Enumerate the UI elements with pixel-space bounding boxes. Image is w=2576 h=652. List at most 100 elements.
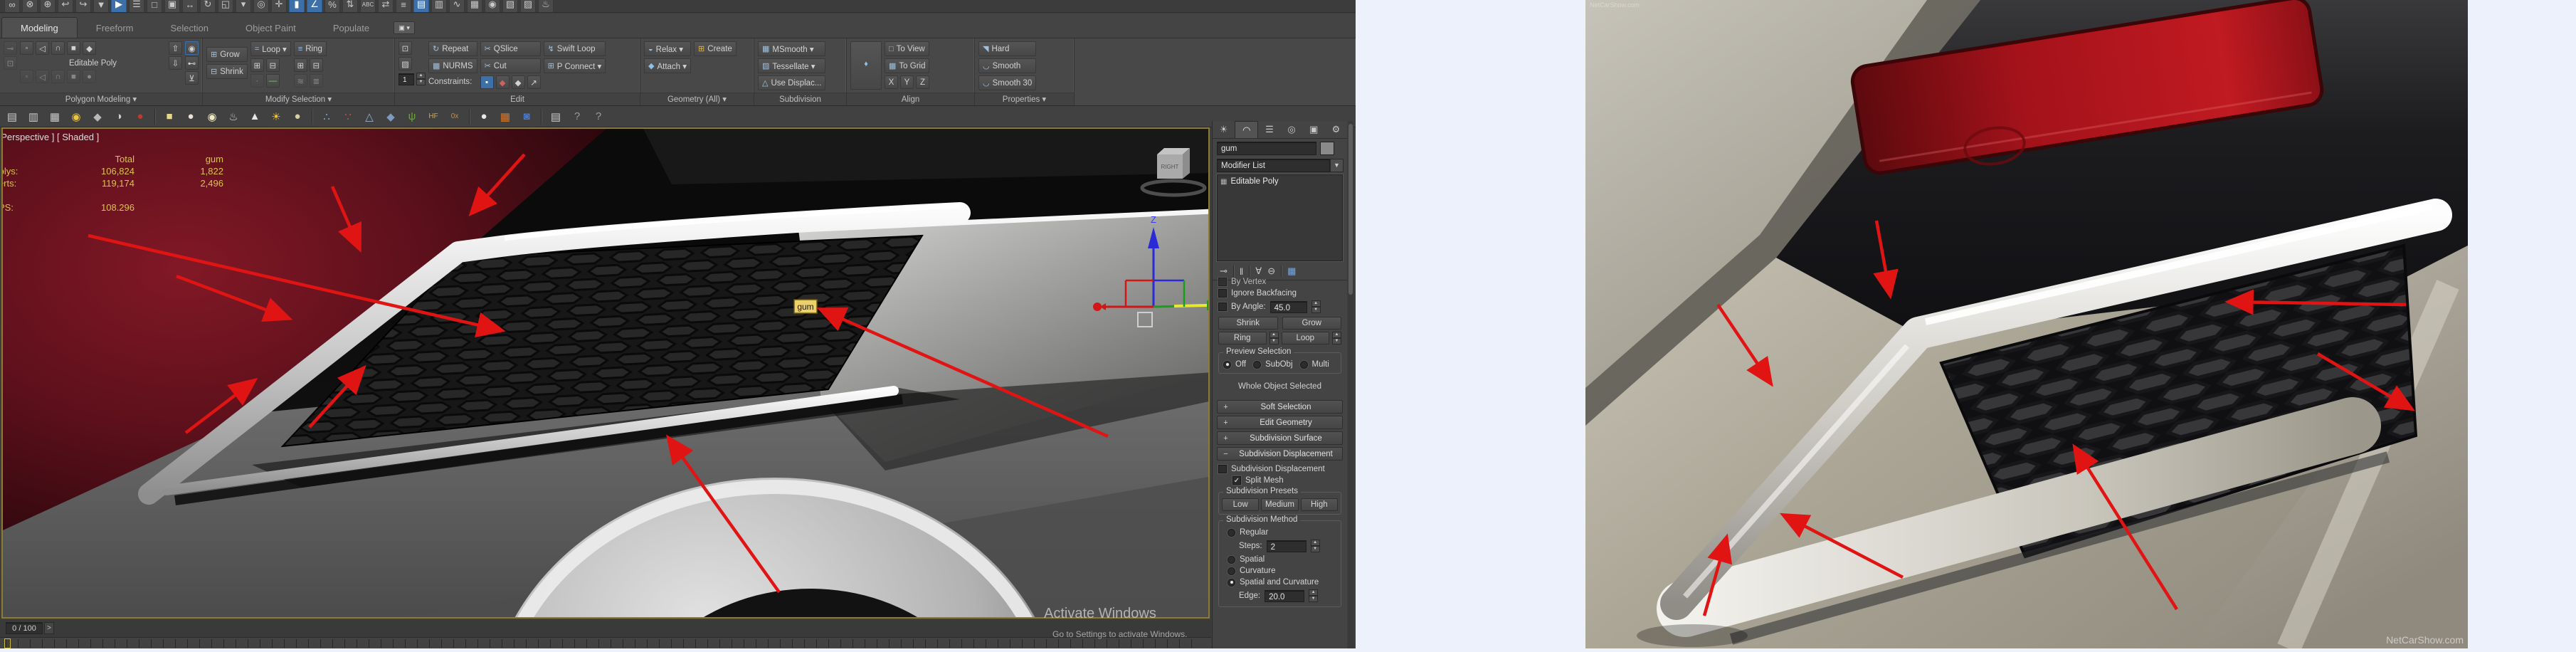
viewport-label[interactable]: [ Perspective ] [ Shaded ] — [3, 132, 99, 142]
video-camera-icon[interactable]: ● — [131, 107, 149, 125]
snap-3d-icon[interactable]: ▮ — [289, 0, 305, 12]
constraint-normal-icon[interactable]: ↗ — [527, 75, 541, 89]
material-sample-icon[interactable]: ● — [181, 107, 200, 125]
group-label-align[interactable]: Align — [847, 93, 974, 105]
select-manip-icon[interactable]: ✛ — [271, 0, 287, 12]
by-angle-spinner[interactable]: ▲ ▼ — [1311, 300, 1321, 313]
object-name-field[interactable]: gum — [1217, 142, 1316, 155]
teapot-icon[interactable]: ♨ — [224, 107, 243, 125]
tab-modify-icon[interactable]: ◠ — [1235, 121, 1259, 138]
viewport-layout-icon[interactable]: ▤ — [3, 107, 21, 125]
modifier-list-dropdown[interactable]: Modifier List ▼ — [1217, 159, 1344, 172]
toggle-highlight-icon[interactable]: ◉ — [185, 41, 199, 55]
ring-spinner[interactable]: ▲ ▼ — [1269, 332, 1279, 345]
selection-filter[interactable]: ▼ — [93, 0, 109, 12]
align-x-button[interactable]: X — [885, 75, 898, 89]
object-color-swatch[interactable] — [1320, 142, 1334, 155]
preset-low-button[interactable]: Low — [1222, 498, 1260, 511]
tweak-icon[interactable]: ▨ — [398, 57, 412, 70]
show-end-result-icon[interactable]: ‖ — [1240, 266, 1243, 277]
constraint-face-icon[interactable]: ◆ — [511, 75, 525, 89]
loop-shrink-icon[interactable]: ⊟ — [265, 58, 280, 72]
perspective-viewport[interactable]: RIGHT Z gum [Perspective] [Shaded] T… — [1, 127, 1210, 619]
uv-grid-icon[interactable]: ▦ — [496, 107, 514, 125]
curve-editor-icon[interactable]: ∿ — [449, 0, 465, 12]
bind-to-space-warp-icon[interactable]: ⊕ — [40, 0, 56, 12]
preset-high-button[interactable]: High — [1300, 498, 1338, 511]
loop-button-panel[interactable]: Loop — [1281, 332, 1329, 345]
grow-button-panel[interactable]: Grow — [1282, 317, 1341, 330]
preset-medium-button[interactable]: Medium — [1261, 498, 1299, 511]
angle-snap-icon[interactable]: ∠ — [307, 0, 322, 12]
rendered-frame-icon[interactable]: ▨ — [520, 0, 536, 12]
align-icon[interactable]: ≡ — [396, 0, 411, 12]
scale-icon[interactable]: ◱ — [218, 0, 233, 12]
ref-coord-dropdown[interactable]: ▾ — [236, 0, 251, 12]
tab-utilities-icon[interactable]: ⚙ — [1325, 121, 1347, 138]
to-view-button[interactable]: □ To View — [885, 41, 930, 56]
steps-value[interactable]: 2 — [1266, 540, 1307, 552]
subobj-element-icon[interactable]: ◆ — [83, 41, 96, 55]
modifier-list-arrow-icon[interactable]: ▼ — [1330, 159, 1344, 172]
stack-item-editable-poly[interactable]: ▦ Editable Poly — [1218, 175, 1342, 188]
nurms-button[interactable]: ▦ NURMS — [428, 58, 477, 73]
subdiv-displacement-checkbox[interactable] — [1218, 465, 1227, 473]
attach-mini-icon[interactable]: ◁ — [36, 70, 49, 83]
tab-motion-icon[interactable]: ◎ — [1281, 121, 1303, 138]
next-subobj-icon[interactable]: ⇩ — [169, 56, 182, 70]
tab-create-icon[interactable]: ☀ — [1213, 121, 1235, 138]
command-panel-scrollbar[interactable] — [1348, 121, 1353, 648]
msmooth-button[interactable]: ▦ MSmooth ▾ — [758, 41, 826, 56]
spotlight-icon[interactable]: ◑ — [110, 107, 128, 125]
rollout-soft-selection[interactable]: + Soft Selection — [1217, 400, 1343, 414]
preview-multi-radio[interactable] — [1299, 360, 1308, 369]
group-label-polygon-modeling[interactable]: Polygon Modeling ▾ — [0, 93, 202, 105]
method-spatial-radio[interactable] — [1228, 555, 1235, 564]
camera-icon[interactable]: ◆ — [88, 107, 107, 125]
pin-stack-icon[interactable]: ⊸ — [1220, 265, 1228, 277]
edge-spinner[interactable]: ▲ ▼ — [1309, 589, 1319, 602]
material-glow-icon[interactable]: ◉ — [203, 107, 221, 125]
detach-mini-icon[interactable]: ∩ — [51, 70, 65, 83]
current-frame-indicator[interactable]: 0 / 100 — [6, 622, 43, 634]
tab-object-paint[interactable]: Object Paint — [227, 18, 315, 38]
ignore-backfacing-checkbox[interactable] — [1218, 289, 1227, 298]
cone-icon[interactable]: ▲ — [246, 107, 264, 125]
egg-icon[interactable]: ● — [288, 107, 307, 125]
subobj-vertex-icon[interactable]: ◦ — [20, 41, 33, 55]
link-icon[interactable]: ∞ — [4, 0, 20, 12]
select-object-icon[interactable]: ▶ — [111, 0, 127, 12]
sphere-icon[interactable]: ● — [475, 107, 493, 125]
grow-button[interactable]: ⊞ Grow — [206, 47, 248, 62]
method-regular-radio[interactable] — [1228, 528, 1235, 537]
ring-shrink-icon[interactable]: ⊟ — [309, 58, 323, 72]
rect-select-icon[interactable]: □ — [147, 0, 162, 12]
shrink-button[interactable]: ⊟ Shrink — [206, 64, 248, 79]
method-spatial-curvature-radio[interactable] — [1228, 578, 1235, 587]
mirror-icon[interactable]: ⇄ — [378, 0, 394, 12]
percent-snap-icon[interactable]: % — [324, 0, 340, 12]
make-planar-button[interactable]: ♦ — [850, 41, 882, 90]
remove-modifier-icon[interactable]: ⊖ — [1267, 265, 1275, 277]
render-icon[interactable]: ♨ — [538, 0, 554, 12]
ring-grow-icon[interactable]: ⊞ — [293, 58, 307, 72]
sun-icon[interactable]: ☀ — [267, 107, 285, 125]
subobj-polygon-icon[interactable]: ■ — [67, 41, 80, 55]
loop-grow-icon[interactable]: ⊞ — [250, 58, 264, 72]
group-label-properties[interactable]: Properties ▾ — [975, 93, 1074, 105]
preview-off-radio[interactable] — [1223, 360, 1231, 369]
subobj-border-icon[interactable]: ∩ — [51, 41, 65, 55]
hf-icon[interactable]: HF — [424, 107, 443, 125]
edit-level-spin-arrows[interactable]: ▲ ▼ — [416, 73, 426, 85]
grass-icon[interactable]: ψ — [403, 107, 421, 125]
tab-selection[interactable]: Selection — [152, 18, 227, 38]
group-label-subdivision[interactable]: Subdivision — [754, 93, 846, 105]
unlink-icon[interactable]: ⊗ — [22, 0, 38, 12]
spinner-snap-icon[interactable]: ⇅ — [342, 0, 358, 12]
by-angle-value[interactable]: 45.0 — [1269, 300, 1307, 313]
rock-icon[interactable]: ◆ — [381, 107, 400, 125]
tessellate-button[interactable]: ▨ Tessellate ▾ — [758, 58, 826, 73]
crossing-select-icon[interactable]: ▣ — [164, 0, 180, 12]
loop-button[interactable]: = Loop ▾ — [250, 41, 291, 56]
light-lister-icon[interactable]: ◉ — [67, 107, 85, 125]
